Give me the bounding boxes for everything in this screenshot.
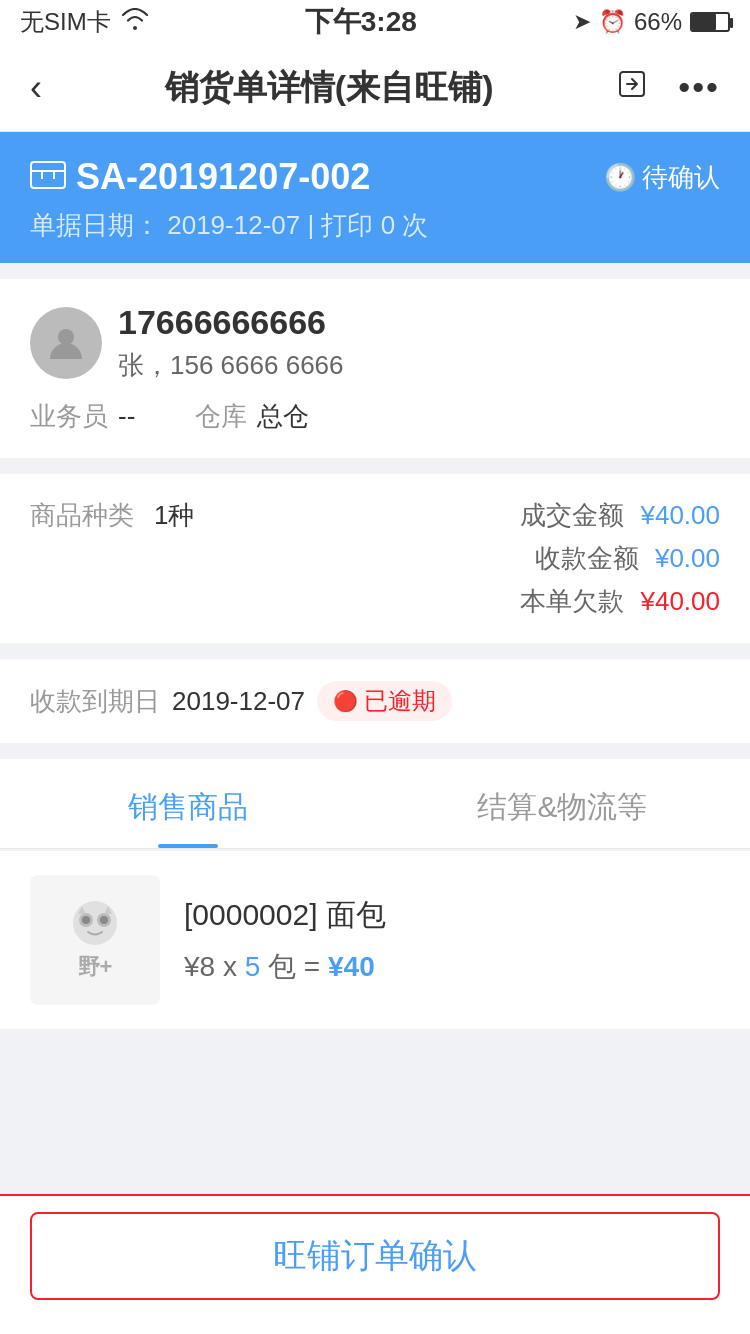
- total-price: ¥40: [328, 951, 375, 982]
- summary-left: 商品种类 1种: [30, 498, 194, 533]
- page-title: 销货单详情(来自旺铺): [165, 65, 494, 111]
- svg-point-2: [58, 329, 74, 345]
- transaction-value: ¥40.00: [640, 500, 720, 531]
- category-value: 1种: [154, 498, 194, 533]
- tab-settlement[interactable]: 结算&物流等: [375, 759, 750, 848]
- product-image: 野+: [30, 875, 160, 1005]
- unit-price: ¥8: [184, 951, 215, 982]
- location-icon: ➤: [573, 9, 591, 35]
- equals-sign: =: [304, 951, 320, 982]
- tabs: 销售商品 结算&物流等: [0, 759, 750, 849]
- product-name: [0000002] 面包: [184, 895, 720, 936]
- received-value: ¥0.00: [655, 543, 720, 574]
- overdue-icon: 🔴: [333, 689, 358, 713]
- order-header-card: SA-20191207-002 🕐 待确认 单据日期： 2019-12-07 |…: [0, 132, 750, 263]
- due-date: 2019-12-07: [172, 686, 305, 717]
- product-code: [0000002]: [184, 898, 317, 931]
- product-info: [0000002] 面包 ¥8 x 5 包 = ¥40: [184, 895, 720, 986]
- status-right: ➤ ⏰ 66%: [573, 8, 730, 36]
- status-bar: 无SIM卡 下午3:28 ➤ ⏰ 66%: [0, 0, 750, 44]
- product-logo: 野+: [60, 898, 130, 982]
- transaction-row: 成交金额 ¥40.00: [520, 498, 720, 533]
- wifi-icon: [121, 8, 149, 36]
- order-date: 2019-12-07: [167, 210, 300, 240]
- warehouse-label: 仓库: [195, 399, 247, 434]
- print-count: 0: [381, 210, 395, 240]
- due-label: 收款到期日: [30, 684, 160, 719]
- back-button[interactable]: ‹: [30, 67, 42, 109]
- clock-icon: 🕐: [604, 162, 636, 193]
- bottom-bar: 旺铺订单确认: [0, 1194, 750, 1334]
- status-left: 无SIM卡: [20, 6, 149, 38]
- nav-bar: ‹ 销货单详情(来自旺铺) •••: [0, 44, 750, 132]
- svg-rect-1: [31, 162, 65, 188]
- summary-right: 成交金额 ¥40.00 收款金额 ¥0.00 本单欠款 ¥40.00: [520, 498, 720, 619]
- time-display: 下午3:28: [305, 3, 417, 41]
- customer-meta: 业务员 -- 仓库 总仓: [30, 399, 720, 434]
- overdue-text: 已逾期: [364, 685, 436, 717]
- customer-name: 张，156 6666 6666: [118, 348, 344, 383]
- customer-row: 17666666666 张，156 6666 6666: [30, 303, 720, 383]
- product-card: 野+ [0000002] 面包 ¥8 x 5 包 = ¥40: [0, 851, 750, 1029]
- order-date-row: 单据日期： 2019-12-07 | 打印 0 次: [30, 208, 720, 243]
- balance-label: 本单欠款: [520, 584, 624, 619]
- warehouse-value: 总仓: [257, 399, 309, 434]
- status-text: 待确认: [642, 160, 720, 195]
- svg-point-3: [73, 901, 117, 945]
- multiply-sign: x: [223, 951, 237, 982]
- confirm-button[interactable]: 旺铺订单确认: [30, 1212, 720, 1300]
- unit: 包: [268, 951, 296, 982]
- category-label: 商品种类: [30, 498, 134, 533]
- customer-card: 17666666666 张，156 6666 6666 业务员 -- 仓库 总仓: [0, 279, 750, 458]
- order-id-row: SA-20191207-002 🕐 待确认: [30, 156, 720, 198]
- product-name-text: 面包: [326, 898, 386, 931]
- balance-value: ¥40.00: [640, 586, 720, 617]
- due-date-card: 收款到期日 2019-12-07 🔴 已逾期: [0, 659, 750, 743]
- summary-card: 商品种类 1种 成交金额 ¥40.00 收款金额 ¥0.00 本单欠款 ¥40.…: [0, 474, 750, 643]
- overdue-badge: 🔴 已逾期: [317, 681, 452, 721]
- quantity: 5: [245, 951, 261, 982]
- product-price: ¥8 x 5 包 = ¥40: [184, 948, 720, 986]
- tab-products[interactable]: 销售商品: [0, 759, 375, 848]
- nav-actions: •••: [616, 68, 720, 107]
- sales-meta: 业务员 --: [30, 399, 135, 434]
- order-status: 🕐 待确认: [604, 160, 720, 195]
- alarm-icon: ⏰: [599, 9, 626, 35]
- print-label: | 打印: [307, 210, 373, 240]
- sales-label: 业务员: [30, 399, 108, 434]
- date-label: 单据日期：: [30, 210, 160, 240]
- svg-point-6: [82, 916, 90, 924]
- battery-percent: 66%: [634, 8, 682, 36]
- order-id-text: SA-20191207-002: [76, 156, 370, 198]
- battery-icon: [690, 12, 730, 32]
- order-inbox-icon: [30, 156, 66, 198]
- balance-row: 本单欠款 ¥40.00: [520, 584, 720, 619]
- received-label: 收款金额: [535, 541, 639, 576]
- avatar: [30, 307, 102, 379]
- received-row: 收款金额 ¥0.00: [535, 541, 720, 576]
- more-icon[interactable]: •••: [678, 68, 720, 107]
- customer-phone: 17666666666: [118, 303, 344, 342]
- sales-value: --: [118, 401, 135, 432]
- svg-point-7: [100, 916, 108, 924]
- carrier-text: 无SIM卡: [20, 6, 111, 38]
- share-icon[interactable]: [616, 68, 648, 107]
- warehouse-meta: 仓库 总仓: [195, 399, 309, 434]
- print-unit: 次: [402, 210, 428, 240]
- transaction-label: 成交金额: [520, 498, 624, 533]
- customer-info: 17666666666 张，156 6666 6666: [118, 303, 344, 383]
- order-id-container: SA-20191207-002: [30, 156, 370, 198]
